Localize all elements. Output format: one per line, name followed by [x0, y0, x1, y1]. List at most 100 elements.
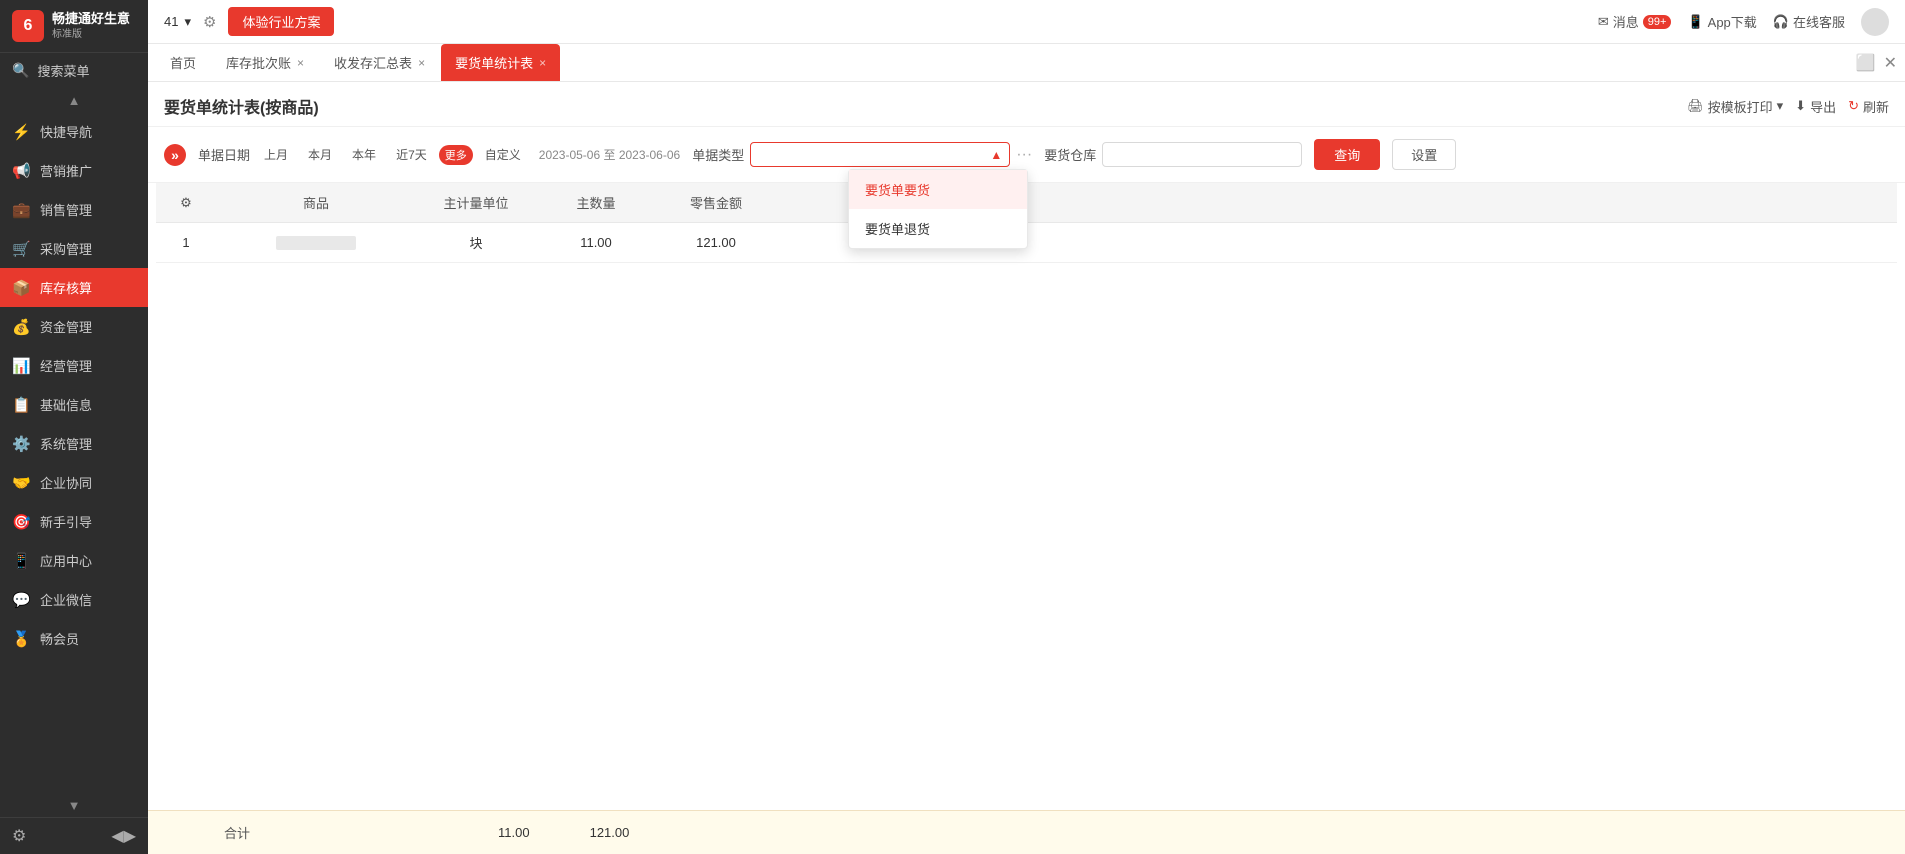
logo-text: 畅捷通好生意 标准版: [52, 11, 130, 41]
breadcrumb-num: 41: [164, 14, 178, 29]
top-header: 41 ▾ ⚙ 体验行业方案 ✉ 消息 99+ 📱 App下载 🎧 在线客服: [148, 0, 1905, 44]
online-service-action[interactable]: 🎧 在线客服: [1773, 12, 1845, 31]
header-gear-icon[interactable]: ⚙: [203, 13, 216, 31]
date-option-last-month[interactable]: 上月: [256, 143, 296, 166]
refresh-icon: ↻: [1848, 98, 1859, 114]
collapse-icon[interactable]: ◀▶: [111, 826, 136, 846]
service-label: 在线客服: [1793, 12, 1845, 31]
wechat-icon: 💬: [12, 591, 30, 609]
scroll-down-indicator[interactable]: ▼: [0, 793, 148, 817]
th-amount: 零售金额: [656, 183, 776, 223]
type-filter-group: 单据类型 ▲ ···: [692, 142, 1032, 167]
table-footer: 合计 11.00 121.00: [148, 810, 1905, 854]
warehouse-input[interactable]: [1102, 142, 1302, 167]
tab-order-stats[interactable]: 要货单统计表 ×: [441, 44, 560, 81]
sidebar-item-label: 企业协同: [40, 473, 92, 492]
sidebar-item-newbie[interactable]: 🎯 新手引导: [0, 502, 148, 541]
date-option-this-year[interactable]: 本年: [344, 143, 384, 166]
sidebar-item-label: 库存核算: [40, 278, 92, 297]
tab-receive-summary-close[interactable]: ×: [418, 56, 425, 70]
sidebar-item-wechat[interactable]: 💬 企业微信: [0, 580, 148, 619]
type-label: 单据类型: [692, 145, 744, 164]
marketing-icon: 📢: [12, 162, 30, 180]
type-dropdown: 要货单要货 要货单退货: [848, 169, 1028, 249]
export-icon: ⬇: [1795, 98, 1806, 114]
sidebar-item-sales[interactable]: 💼 销售管理: [0, 190, 148, 229]
service-icon: 🎧: [1773, 14, 1789, 30]
tab-home[interactable]: 首页: [156, 44, 210, 81]
query-button[interactable]: 查询: [1314, 139, 1380, 170]
settings-icon[interactable]: ⚙: [12, 826, 26, 846]
sidebar-item-label: 系统管理: [40, 434, 92, 453]
date-label: 单据日期: [198, 145, 250, 164]
quick-nav-icon: ⚡: [12, 123, 30, 141]
close-tab-icon[interactable]: ✕: [1884, 53, 1897, 73]
sidebar-item-label: 快捷导航: [40, 122, 92, 141]
tab-receive-summary-label: 收发存汇总表: [334, 53, 412, 72]
sidebar-item-label: 销售管理: [40, 200, 92, 219]
trial-button[interactable]: 体验行业方案: [228, 7, 334, 36]
print-icon: 🖨: [1687, 98, 1704, 114]
date-option-more[interactable]: 更多: [439, 145, 473, 165]
dropdown-item-return-goods[interactable]: 要货单退货: [849, 209, 1027, 248]
sidebar-item-member[interactable]: 🏅 畅会员: [0, 619, 148, 658]
newbie-icon: 🎯: [12, 513, 30, 531]
sidebar-item-inventory[interactable]: 📦 库存核算: [0, 268, 148, 307]
app-center-icon: 📱: [12, 552, 30, 570]
sidebar-item-basic[interactable]: 📋 基础信息: [0, 385, 148, 424]
message-label: 消息: [1613, 12, 1639, 31]
search-menu[interactable]: 🔍 搜索菜单: [0, 53, 148, 88]
app-logo: 6 畅捷通好生意 标准版: [0, 0, 148, 53]
sidebar-item-app-center[interactable]: 📱 应用中心: [0, 541, 148, 580]
filter-bar: » 单据日期 上月 本月 本年 近7天 更多 自定义 2023-05-06 至 …: [148, 127, 1905, 183]
sidebar: 6 畅捷通好生意 标准版 🔍 搜索菜单 ▲ ⚡ 快捷导航 📢 营销推广 💼 销售…: [0, 0, 148, 854]
column-settings-icon[interactable]: ⚙: [180, 195, 192, 210]
sidebar-item-finance[interactable]: 💰 资金管理: [0, 307, 148, 346]
sidebar-item-marketing[interactable]: 📢 营销推广: [0, 151, 148, 190]
logo-icon: 6: [12, 10, 44, 42]
cell-amount: 121.00: [656, 223, 776, 263]
tabs-bar: 首页 库存批次账 × 收发存汇总表 × 要货单统计表 × ⬜ ✕: [148, 44, 1905, 82]
tab-inventory-batch[interactable]: 库存批次账 ×: [212, 44, 318, 81]
message-action[interactable]: ✉ 消息 99+: [1598, 12, 1672, 31]
enterprise-icon: 🤝: [12, 474, 30, 492]
sidebar-item-label: 资金管理: [40, 317, 92, 336]
page-actions: 🖨 按模板打印 ▾ ⬇ 导出 ↻ 刷新: [1687, 97, 1889, 116]
print-button[interactable]: 🖨 按模板打印 ▾: [1687, 97, 1783, 116]
th-settings[interactable]: ⚙: [156, 183, 216, 223]
refresh-button[interactable]: ↻ 刷新: [1848, 97, 1889, 116]
tab-receive-summary[interactable]: 收发存汇总表 ×: [320, 44, 439, 81]
maximize-icon[interactable]: ⬜: [1856, 53, 1876, 73]
scroll-up-indicator[interactable]: ▲: [0, 88, 148, 112]
date-option-this-month[interactable]: 本月: [300, 143, 340, 166]
page-header: 要货单统计表(按商品) 🖨 按模板打印 ▾ ⬇ 导出 ↻ 刷新: [148, 82, 1905, 127]
date-options: 上月 本月 本年 近7天 更多 自定义: [256, 143, 529, 166]
date-option-custom[interactable]: 自定义: [477, 143, 529, 166]
sidebar-bottom: ⚙ ◀▶: [0, 817, 148, 854]
sidebar-item-quick-nav[interactable]: ⚡ 快捷导航: [0, 112, 148, 151]
app-icon: 📱: [1687, 14, 1703, 30]
sidebar-item-label: 经营管理: [40, 356, 92, 375]
tab-inventory-batch-close[interactable]: ×: [297, 56, 304, 70]
sales-icon: 💼: [12, 201, 30, 219]
date-option-7days[interactable]: 近7天: [388, 143, 435, 166]
set-button[interactable]: 设置: [1392, 139, 1456, 170]
export-button[interactable]: ⬇ 导出: [1795, 97, 1836, 116]
type-more-icon[interactable]: ···: [1016, 146, 1032, 164]
type-input[interactable]: [750, 142, 1010, 167]
sidebar-item-system[interactable]: ⚙️ 系统管理: [0, 424, 148, 463]
dropdown-item-order-goods[interactable]: 要货单要货: [849, 170, 1027, 209]
warehouse-filter-group: 要货仓库: [1044, 142, 1302, 167]
cell-qty: 11.00: [536, 223, 656, 263]
sidebar-item-purchase[interactable]: 🛒 采购管理: [0, 229, 148, 268]
footer-label: 合计: [224, 823, 250, 842]
app-download-action[interactable]: 📱 App下载: [1687, 12, 1756, 31]
sidebar-item-operation[interactable]: 📊 经营管理: [0, 346, 148, 385]
search-label: 搜索菜单: [37, 61, 89, 80]
tab-order-stats-close[interactable]: ×: [539, 56, 546, 70]
th-qty: 主数量: [536, 183, 656, 223]
expand-button[interactable]: »: [164, 144, 186, 166]
breadcrumb[interactable]: 41 ▾: [164, 14, 191, 30]
sidebar-item-enterprise[interactable]: 🤝 企业协同: [0, 463, 148, 502]
user-avatar[interactable]: [1861, 8, 1889, 36]
